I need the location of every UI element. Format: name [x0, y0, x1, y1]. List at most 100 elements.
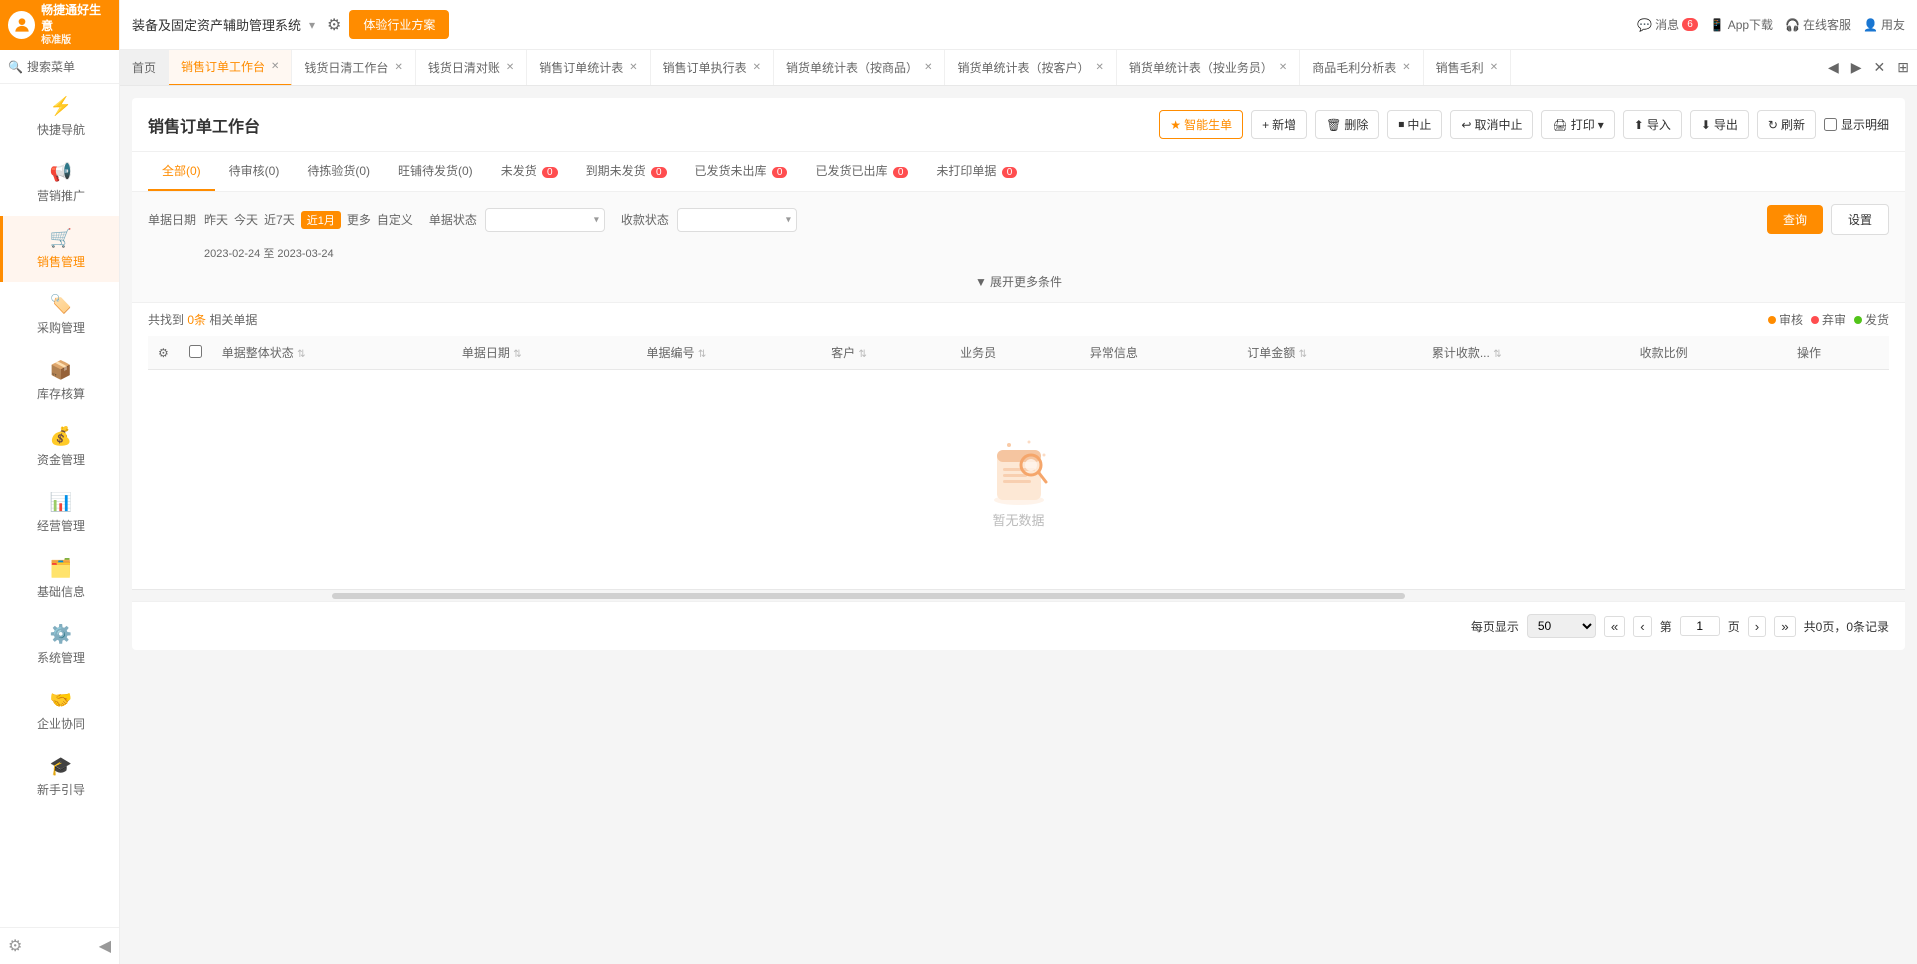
date-link-7days[interactable]: 近7天 [264, 211, 295, 229]
scrollbar-track[interactable] [332, 593, 1405, 599]
page-prev-btn[interactable]: ‹ [1633, 616, 1651, 637]
topbar-arrow[interactable]: ▾ [309, 18, 315, 32]
settings-icon[interactable]: ⚙ [8, 936, 22, 956]
tab-sales-stats[interactable]: 销售订单统计表 ✕ [527, 50, 650, 86]
show-detail-toggle[interactable]: 显示明细 [1824, 116, 1889, 133]
col-action: 操作 [1787, 336, 1889, 370]
import-btn[interactable]: ⬆ 导入 [1623, 110, 1682, 139]
tab-staff-stats-close[interactable]: ✕ [1279, 62, 1287, 73]
filter-tab-shipped-out[interactable]: 已发货已出库 0 [801, 152, 922, 191]
delete-btn[interactable]: 🗑 删除 [1315, 110, 1379, 139]
col-status-sort[interactable]: ⇅ [297, 349, 305, 360]
tab-reconcile-close[interactable]: ✕ [506, 62, 514, 73]
tab-customer-stats-close[interactable]: ✕ [1095, 62, 1103, 73]
date-link-today[interactable]: 今天 [234, 211, 258, 229]
date-link-custom[interactable]: 自定义 [377, 211, 413, 229]
col-date-sort[interactable]: ⇅ [513, 349, 521, 360]
tab-home[interactable]: 首页 [120, 50, 169, 86]
cancel-audit-dot [1811, 316, 1819, 324]
tab-close-all[interactable]: ✕ [1870, 57, 1890, 78]
col-number-sort[interactable]: ⇅ [698, 349, 706, 360]
page-input[interactable] [1680, 616, 1720, 636]
online-service-link[interactable]: 🎧 在线客服 [1785, 16, 1851, 33]
filter-tab-unprinted[interactable]: 未打印单据 0 [922, 152, 1031, 191]
filter-tab-unshipped[interactable]: 未发货 0 [487, 152, 572, 191]
topbar-settings-icon[interactable]: ⚙ [327, 15, 341, 35]
tab-cash-daily[interactable]: 钱货日清工作台 ✕ [292, 50, 415, 86]
show-detail-checkbox[interactable] [1824, 118, 1837, 131]
set-btn[interactable]: 设置 [1831, 204, 1889, 235]
tab-gross-profit-close[interactable]: ✕ [1402, 62, 1410, 73]
collapse-icon[interactable]: ◀ [99, 936, 111, 956]
filter-tab-wangpu-label: 旺铺待发货(0) [398, 164, 473, 178]
tab-reconcile[interactable]: 钱货日清对账 ✕ [416, 50, 527, 86]
filter-tab-overdue[interactable]: 到期未发货 0 [572, 152, 681, 191]
tab-customer-stats[interactable]: 销货单统计表（按客户） ✕ [945, 50, 1116, 86]
status-select[interactable] [485, 208, 605, 232]
tab-sales-stats-close[interactable]: ✕ [629, 62, 637, 73]
tab-sales-exec-close[interactable]: ✕ [753, 62, 761, 73]
smart-btn[interactable]: ★ 智能生单 [1159, 110, 1243, 139]
sidebar-item-operations[interactable]: 📊 经营管理 [0, 480, 119, 546]
tab-sales-workbench[interactable]: 销售订单工作台 ✕ [169, 50, 292, 86]
date-link-1month[interactable]: 近1月 [301, 211, 341, 229]
tab-sales-workbench-close[interactable]: ✕ [271, 61, 279, 72]
cancel-stop-btn[interactable]: ↩ 取消中止 [1450, 110, 1533, 139]
add-btn[interactable]: + 新增 [1251, 110, 1307, 139]
tab-cash-daily-close[interactable]: ✕ [394, 62, 402, 73]
tab-next[interactable]: ▶ [1847, 57, 1866, 78]
sidebar-item-guide[interactable]: 🎓 新手引导 [0, 744, 119, 810]
search-menu[interactable]: 🔍 搜索菜单 [0, 50, 119, 84]
sidebar-item-inventory[interactable]: 📦 库存核算 [0, 348, 119, 414]
cancel-audit-quick-btn[interactable]: 弃审 [1811, 311, 1846, 328]
filter-tab-pending-audit[interactable]: 待审核(0) [215, 152, 294, 191]
refresh-btn[interactable]: ↻ 刷新 [1757, 110, 1816, 139]
export-btn[interactable]: ⬇ 导出 [1690, 110, 1749, 139]
print-btn[interactable]: 🖨 打印 ▾ [1541, 110, 1614, 139]
col-checkbox[interactable] [179, 336, 212, 370]
filter-tab-all[interactable]: 全部(0) [148, 152, 215, 191]
tab-sales-gross[interactable]: 销售毛利 ✕ [1424, 50, 1511, 86]
page-last-btn[interactable]: » [1774, 616, 1795, 637]
audit-quick-btn[interactable]: 审核 [1768, 311, 1803, 328]
col-customer-sort[interactable]: ⇅ [858, 349, 866, 360]
query-btn[interactable]: 查询 [1767, 205, 1823, 234]
col-amount-sort[interactable]: ⇅ [1299, 349, 1307, 360]
stop-btn[interactable]: ⏹ 中止 [1387, 110, 1442, 139]
user-info[interactable]: 👤 用友 [1863, 16, 1905, 33]
sidebar-item-finance[interactable]: 💰 资金管理 [0, 414, 119, 480]
tab-home-label: 首页 [132, 59, 156, 76]
select-all-checkbox[interactable] [189, 345, 202, 358]
col-settings[interactable]: ⚙ [148, 336, 179, 370]
sidebar-item-system[interactable]: ⚙️ 系统管理 [0, 612, 119, 678]
tab-sales-gross-close[interactable]: ✕ [1490, 62, 1498, 73]
filter-tab-wangpu[interactable]: 旺铺待发货(0) [384, 152, 487, 191]
message-link[interactable]: 💬 消息 6 [1637, 16, 1698, 33]
page-first-btn[interactable]: « [1604, 616, 1625, 637]
sidebar-item-quick-nav[interactable]: ⚡ 快捷导航 [0, 84, 119, 150]
trial-button[interactable]: 体验行业方案 [349, 10, 449, 39]
tab-goods-stats-close[interactable]: ✕ [924, 62, 932, 73]
app-download-link[interactable]: 📱 App下载 [1710, 16, 1773, 33]
page-size-select[interactable]: 50 100 200 [1527, 614, 1596, 638]
sidebar-item-enterprise[interactable]: 🤝 企业协同 [0, 678, 119, 744]
tab-gross-profit[interactable]: 商品毛利分析表 ✕ [1300, 50, 1423, 86]
date-link-more[interactable]: 更多 [347, 211, 371, 229]
ship-quick-btn[interactable]: 发货 [1854, 311, 1889, 328]
tab-staff-stats[interactable]: 销货单统计表（按业务员） ✕ [1117, 50, 1300, 86]
payment-select[interactable] [677, 208, 797, 232]
page-next-btn[interactable]: › [1748, 616, 1766, 637]
sidebar-item-sales[interactable]: 🛒 销售管理 [0, 216, 119, 282]
filter-tab-shipped-no-out[interactable]: 已发货未出库 0 [681, 152, 802, 191]
tab-expand[interactable]: ⊞ [1893, 57, 1913, 78]
col-collected-sort[interactable]: ⇅ [1493, 349, 1501, 360]
tab-sales-exec[interactable]: 销售订单执行表 ✕ [651, 50, 774, 86]
expand-btn[interactable]: ▼ 展开更多条件 [975, 273, 1062, 290]
sidebar-item-marketing[interactable]: 📢 营销推广 [0, 150, 119, 216]
date-link-yesterday[interactable]: 昨天 [204, 211, 228, 229]
sidebar-item-purchase[interactable]: 🏷️ 采购管理 [0, 282, 119, 348]
sidebar-item-basic-info[interactable]: 🗂️ 基础信息 [0, 546, 119, 612]
filter-tab-pending-check[interactable]: 待拣验货(0) [293, 152, 384, 191]
tab-prev[interactable]: ◀ [1824, 57, 1843, 78]
tab-goods-stats[interactable]: 销货单统计表（按商品） ✕ [774, 50, 945, 86]
